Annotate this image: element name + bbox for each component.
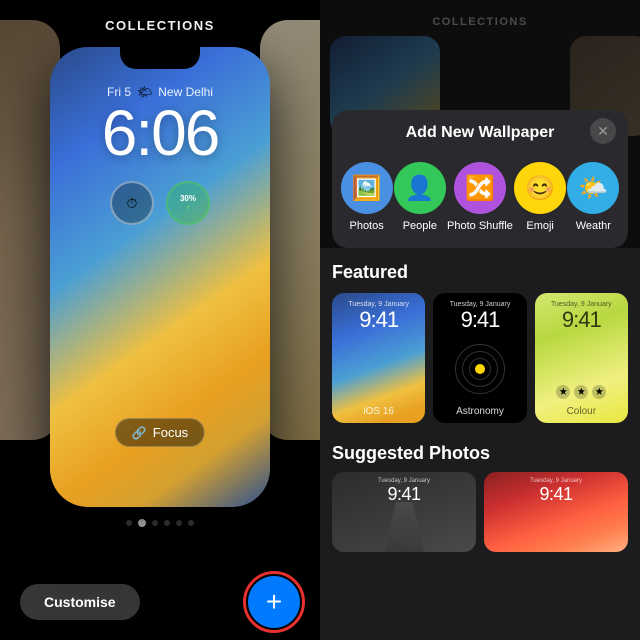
featured-title: Featured bbox=[332, 262, 628, 283]
battery-text: 30% bbox=[180, 194, 196, 203]
suggested-card-1[interactable]: Tuesday, 9 January 9:41 bbox=[332, 472, 476, 552]
focus-link-icon: 🔗 bbox=[132, 426, 147, 440]
people-label: People bbox=[403, 220, 437, 232]
sug-2-time: 9:41 bbox=[484, 484, 628, 505]
photos-label: Photos bbox=[349, 220, 383, 232]
colour-widget-1: ⭑ bbox=[556, 385, 570, 399]
suggested-section: Suggested Photos Tuesday, 9 January 9:41… bbox=[320, 433, 640, 640]
focus-pill: 🔗 Focus bbox=[115, 418, 205, 447]
dot-3 bbox=[152, 520, 158, 526]
modal-close-button[interactable]: ✕ bbox=[590, 118, 616, 144]
left-panel: COLLECTIONS Fri 5 🌤 New Delhi 6:06 ⏱ 30% bbox=[0, 0, 320, 640]
page-dots bbox=[126, 519, 194, 527]
phone-widgets: ⏱ 30% ↑ bbox=[110, 181, 210, 225]
weather-option-icon: 🌤️ bbox=[578, 174, 608, 203]
suggested-2-overlay: Tuesday, 9 January 9:41 bbox=[484, 478, 628, 505]
orbit-3 bbox=[455, 344, 505, 394]
customise-button[interactable]: Customise bbox=[20, 584, 140, 620]
photos-icon: 🖼️ bbox=[352, 174, 382, 203]
emoji-icon-circle: 😊 bbox=[514, 162, 566, 214]
ios16-label: iOS 16 bbox=[332, 406, 425, 417]
phone-frame: Fri 5 🌤 New Delhi 6:06 ⏱ 30% ↑ bbox=[50, 47, 270, 507]
wallpaper-options-row: 🖼️ Photos 👤 People 🔀 Photo Shuffle bbox=[332, 152, 628, 248]
weather-option-label: Weathr bbox=[576, 220, 611, 232]
dot-5 bbox=[176, 520, 182, 526]
dot-2-active bbox=[138, 519, 146, 527]
featured-card-astronomy[interactable]: Tuesday, 9 January 9:41 Astronomy bbox=[433, 293, 526, 423]
dot-1 bbox=[126, 520, 132, 526]
colour-widgets: ⭑ ⭑ ⭑ bbox=[535, 385, 628, 399]
widget-timer: ⏱ bbox=[110, 181, 154, 225]
option-photo-shuffle[interactable]: 🔀 Photo Shuffle bbox=[447, 162, 513, 232]
focus-overlay: 🔗 Focus bbox=[115, 418, 205, 447]
option-weather[interactable]: 🌤️ Weathr bbox=[567, 162, 619, 232]
timer-icon: ⏱ bbox=[127, 195, 138, 212]
emoji-label: Emoji bbox=[526, 220, 554, 232]
modal-overlay: Add New Wallpaper ✕ 🖼️ Photos 👤 People bbox=[320, 0, 640, 640]
modal-title: Add New Wallpaper bbox=[406, 124, 555, 142]
phone-notch bbox=[120, 47, 200, 69]
astronomy-label: Astronomy bbox=[433, 406, 526, 417]
featured-card-ios16[interactable]: Tuesday, 9 January 9:41 iOS 16 bbox=[332, 293, 425, 423]
add-button-ring bbox=[243, 571, 305, 633]
shuffle-icon: 🔀 bbox=[465, 174, 495, 203]
people-icon-circle: 👤 bbox=[394, 162, 446, 214]
bottom-bar: Customise + bbox=[20, 576, 300, 628]
dot-4 bbox=[164, 520, 170, 526]
phone-time: 6:06 bbox=[102, 101, 219, 165]
colour-time-overlay: Tuesday, 9 January 9:41 bbox=[535, 301, 628, 332]
option-photos[interactable]: 🖼️ Photos bbox=[341, 162, 393, 232]
colour-label: Colour bbox=[535, 406, 628, 417]
people-icon: 👤 bbox=[405, 174, 435, 203]
sug-1-time: 9:41 bbox=[332, 484, 476, 505]
colour-widget-2: ⭑ bbox=[574, 385, 588, 399]
photo-shuffle-label: Photo Shuffle bbox=[447, 220, 513, 232]
ios16-time: 9:41 bbox=[332, 308, 425, 332]
emoji-icon: 😊 bbox=[525, 174, 555, 203]
featured-section: Featured Tuesday, 9 January 9:41 iOS 16 … bbox=[320, 248, 640, 433]
colour-widget-3: ⭑ bbox=[592, 385, 606, 399]
featured-card-colour[interactable]: Tuesday, 9 January 9:41 ⭑ ⭑ ⭑ Colour bbox=[535, 293, 628, 423]
collections-title-left: COLLECTIONS bbox=[105, 18, 215, 33]
ios16-time-overlay: Tuesday, 9 January 9:41 bbox=[332, 301, 425, 332]
right-panel: COLLECTIONS Add New Wallpaper ✕ 🖼️ Photo… bbox=[320, 0, 640, 640]
solar-system bbox=[450, 319, 510, 399]
widget-battery: 30% ↑ bbox=[166, 181, 210, 225]
dot-6 bbox=[188, 520, 194, 526]
add-wallpaper-modal: Add New Wallpaper ✕ 🖼️ Photos 👤 People bbox=[332, 110, 628, 248]
suggested-cards-row: Tuesday, 9 January 9:41 Tuesday, 9 Janua… bbox=[332, 472, 628, 552]
person-silhouette bbox=[384, 502, 424, 552]
weather-option-icon-circle: 🌤️ bbox=[567, 162, 619, 214]
phone-preview: Fri 5 🌤 New Delhi 6:06 ⏱ 30% ↑ bbox=[50, 47, 270, 507]
option-emoji[interactable]: 😊 Emoji bbox=[514, 162, 566, 232]
add-button-wrapper: + bbox=[248, 576, 300, 628]
suggested-1-overlay: Tuesday, 9 January 9:41 bbox=[332, 478, 476, 505]
featured-cards-row: Tuesday, 9 January 9:41 iOS 16 Tuesday, … bbox=[332, 293, 628, 423]
suggested-card-2[interactable]: Tuesday, 9 January 9:41 bbox=[484, 472, 628, 552]
focus-label: Focus bbox=[153, 425, 188, 440]
photo-shuffle-icon-circle: 🔀 bbox=[454, 162, 506, 214]
option-people[interactable]: 👤 People bbox=[394, 162, 446, 232]
colour-time: 9:41 bbox=[535, 308, 628, 332]
photos-icon-circle: 🖼️ bbox=[341, 162, 393, 214]
suggested-title: Suggested Photos bbox=[332, 443, 628, 464]
modal-header: Add New Wallpaper ✕ bbox=[332, 110, 628, 152]
